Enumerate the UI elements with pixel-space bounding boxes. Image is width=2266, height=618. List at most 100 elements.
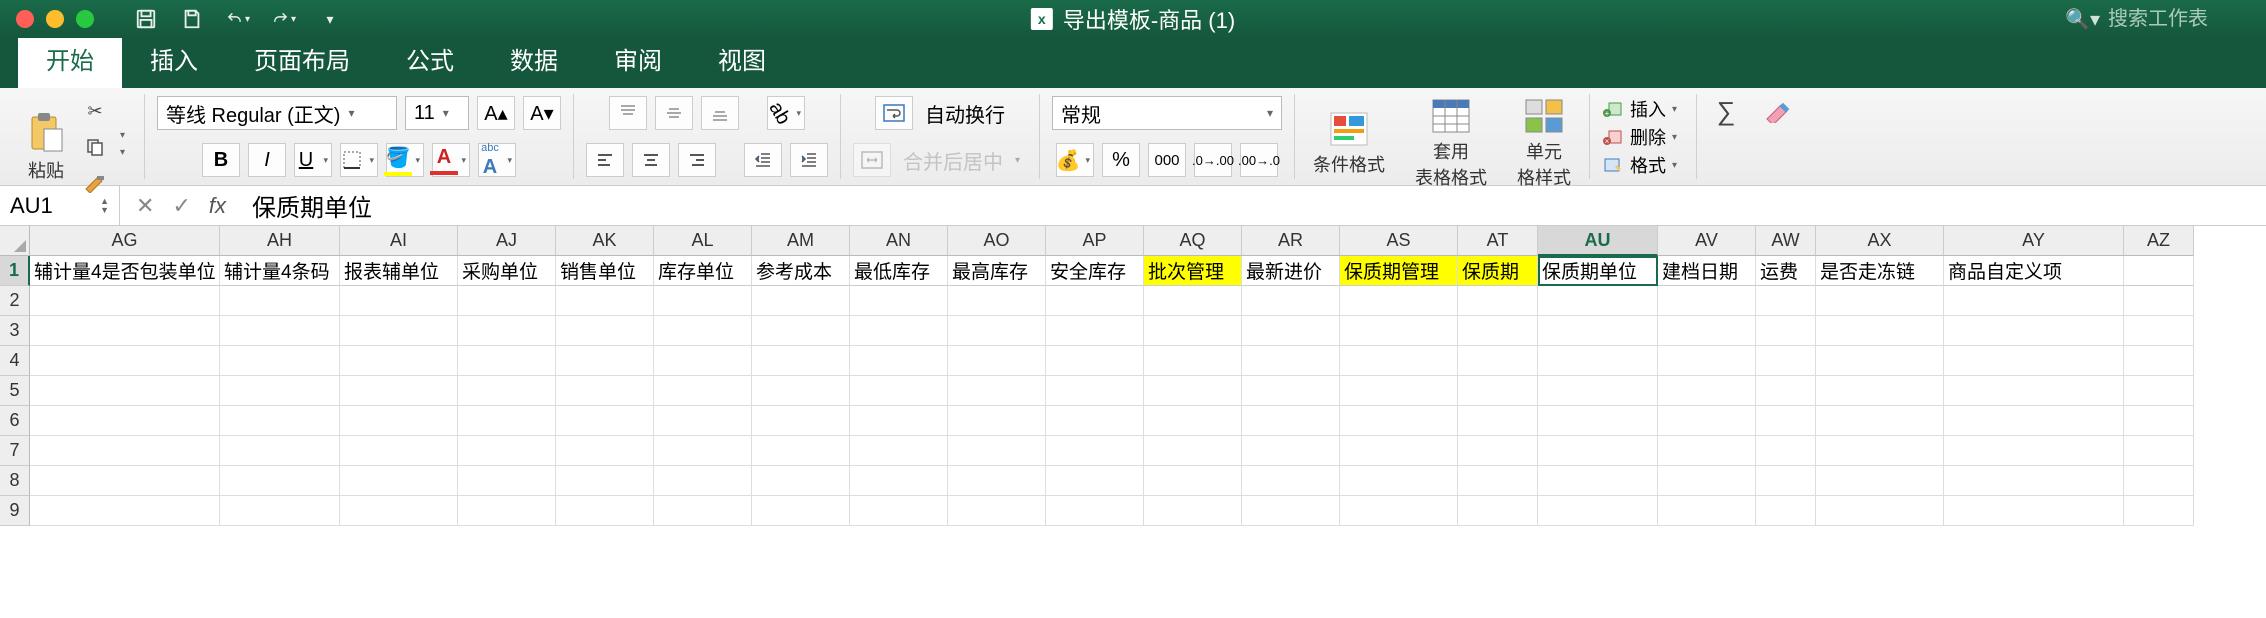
column-header-AV[interactable]: AV (1658, 226, 1756, 256)
cell-AO3[interactable] (948, 316, 1046, 346)
cell-AY2[interactable] (1944, 286, 2124, 316)
cell-AU5[interactable] (1538, 376, 1658, 406)
tab-数据[interactable]: 数据 (482, 31, 586, 88)
cell-AL1[interactable]: 库存单位 (654, 256, 752, 286)
column-header-AI[interactable]: AI (340, 226, 458, 256)
column-header-AJ[interactable]: AJ (458, 226, 556, 256)
cell-AP7[interactable] (1046, 436, 1144, 466)
cell-AR2[interactable] (1242, 286, 1340, 316)
column-header-AP[interactable]: AP (1046, 226, 1144, 256)
cell-AZ3[interactable] (2124, 316, 2194, 346)
column-header-AK[interactable]: AK (556, 226, 654, 256)
cell-AL9[interactable] (654, 496, 752, 526)
cell-AH8[interactable] (220, 466, 340, 496)
row-header-6[interactable]: 6 (0, 406, 30, 436)
close-window-button[interactable] (16, 10, 34, 28)
cell-AM4[interactable] (752, 346, 850, 376)
cell-AO7[interactable] (948, 436, 1046, 466)
cell-AI1[interactable]: 报表辅单位 (340, 256, 458, 286)
cell-AJ4[interactable] (458, 346, 556, 376)
cell-AO8[interactable] (948, 466, 1046, 496)
merge-cells-button[interactable] (853, 143, 891, 177)
cell-AT5[interactable] (1458, 376, 1538, 406)
fx-button[interactable]: fx (209, 193, 226, 219)
cell-AG9[interactable] (30, 496, 220, 526)
cell-AW4[interactable] (1756, 346, 1816, 376)
cell-AN1[interactable]: 最低库存 (850, 256, 948, 286)
decrease-decimal-button[interactable]: .00→.0 (1240, 143, 1278, 177)
cell-AW3[interactable] (1756, 316, 1816, 346)
row-header-5[interactable]: 5 (0, 376, 30, 406)
redo-icon[interactable]: ▾ (272, 7, 296, 31)
column-header-AR[interactable]: AR (1242, 226, 1340, 256)
cell-AS4[interactable] (1340, 346, 1458, 376)
cell-AZ2[interactable] (2124, 286, 2194, 316)
save-icon-2[interactable] (180, 7, 204, 31)
cell-AG2[interactable] (30, 286, 220, 316)
cell-AO5[interactable] (948, 376, 1046, 406)
cell-AN4[interactable] (850, 346, 948, 376)
cell-AG1[interactable]: 辅计量4是否包装单位 (30, 256, 220, 286)
cell-AW2[interactable] (1756, 286, 1816, 316)
cell-AR3[interactable] (1242, 316, 1340, 346)
cell-AU7[interactable] (1538, 436, 1658, 466)
column-header-AY[interactable]: AY (1944, 226, 2124, 256)
cell-AN3[interactable] (850, 316, 948, 346)
cell-AW1[interactable]: 运费 (1756, 256, 1816, 286)
cell-AN7[interactable] (850, 436, 948, 466)
cell-AV7[interactable] (1658, 436, 1756, 466)
cell-AU1[interactable]: 保质期单位 (1538, 256, 1658, 286)
column-header-AT[interactable]: AT (1458, 226, 1538, 256)
cell-AW7[interactable] (1756, 436, 1816, 466)
cell-AJ3[interactable] (458, 316, 556, 346)
row-header-2[interactable]: 2 (0, 286, 30, 316)
insert-cells-button[interactable]: +插入▾ (1602, 96, 1684, 122)
cell-AS5[interactable] (1340, 376, 1458, 406)
cell-AX2[interactable] (1816, 286, 1944, 316)
align-bottom-button[interactable] (701, 96, 739, 130)
font-color-button[interactable]: A (432, 143, 470, 177)
cell-AR1[interactable]: 最新进价 (1242, 256, 1340, 286)
cell-AG7[interactable] (30, 436, 220, 466)
cell-AV2[interactable] (1658, 286, 1756, 316)
name-box[interactable]: AU1 ▲▼ (0, 186, 120, 225)
cell-AO6[interactable] (948, 406, 1046, 436)
column-header-AZ[interactable]: AZ (2124, 226, 2194, 256)
cell-AV3[interactable] (1658, 316, 1756, 346)
row-header-9[interactable]: 9 (0, 496, 30, 526)
cell-AK9[interactable] (556, 496, 654, 526)
cell-AO2[interactable] (948, 286, 1046, 316)
enter-formula-button[interactable]: ✓ (172, 193, 190, 219)
cell-AP3[interactable] (1046, 316, 1144, 346)
cell-AQ5[interactable] (1144, 376, 1242, 406)
maximize-window-button[interactable] (76, 10, 94, 28)
cell-AY7[interactable] (1944, 436, 2124, 466)
copy-button[interactable] (78, 132, 112, 162)
underline-button[interactable]: U (294, 143, 332, 177)
cell-AG3[interactable] (30, 316, 220, 346)
cell-AZ9[interactable] (2124, 496, 2194, 526)
cell-AM5[interactable] (752, 376, 850, 406)
cell-AP2[interactable] (1046, 286, 1144, 316)
cell-AG8[interactable] (30, 466, 220, 496)
cell-AI3[interactable] (340, 316, 458, 346)
cell-AR5[interactable] (1242, 376, 1340, 406)
cell-AG6[interactable] (30, 406, 220, 436)
cell-AS6[interactable] (1340, 406, 1458, 436)
cell-AQ6[interactable] (1144, 406, 1242, 436)
cell-AV1[interactable]: 建档日期 (1658, 256, 1756, 286)
conditional-format-button[interactable]: 条件格式 (1307, 109, 1391, 179)
cell-AI4[interactable] (340, 346, 458, 376)
percent-button[interactable]: % (1102, 143, 1140, 177)
search-input[interactable] (2108, 8, 2248, 31)
comma-button[interactable]: 000 (1148, 143, 1186, 177)
increase-decimal-button[interactable]: .0→.00 (1194, 143, 1232, 177)
increase-indent-button[interactable] (790, 143, 828, 177)
minimize-window-button[interactable] (46, 10, 64, 28)
cell-AX1[interactable]: 是否走冻链 (1816, 256, 1944, 286)
cell-AW5[interactable] (1756, 376, 1816, 406)
cell-AH7[interactable] (220, 436, 340, 466)
format-table-button[interactable]: 套用 表格格式 (1409, 96, 1493, 192)
merge-dropdown[interactable]: ▾ (1015, 155, 1027, 166)
search-area[interactable]: 🔍▾ (2065, 7, 2248, 32)
